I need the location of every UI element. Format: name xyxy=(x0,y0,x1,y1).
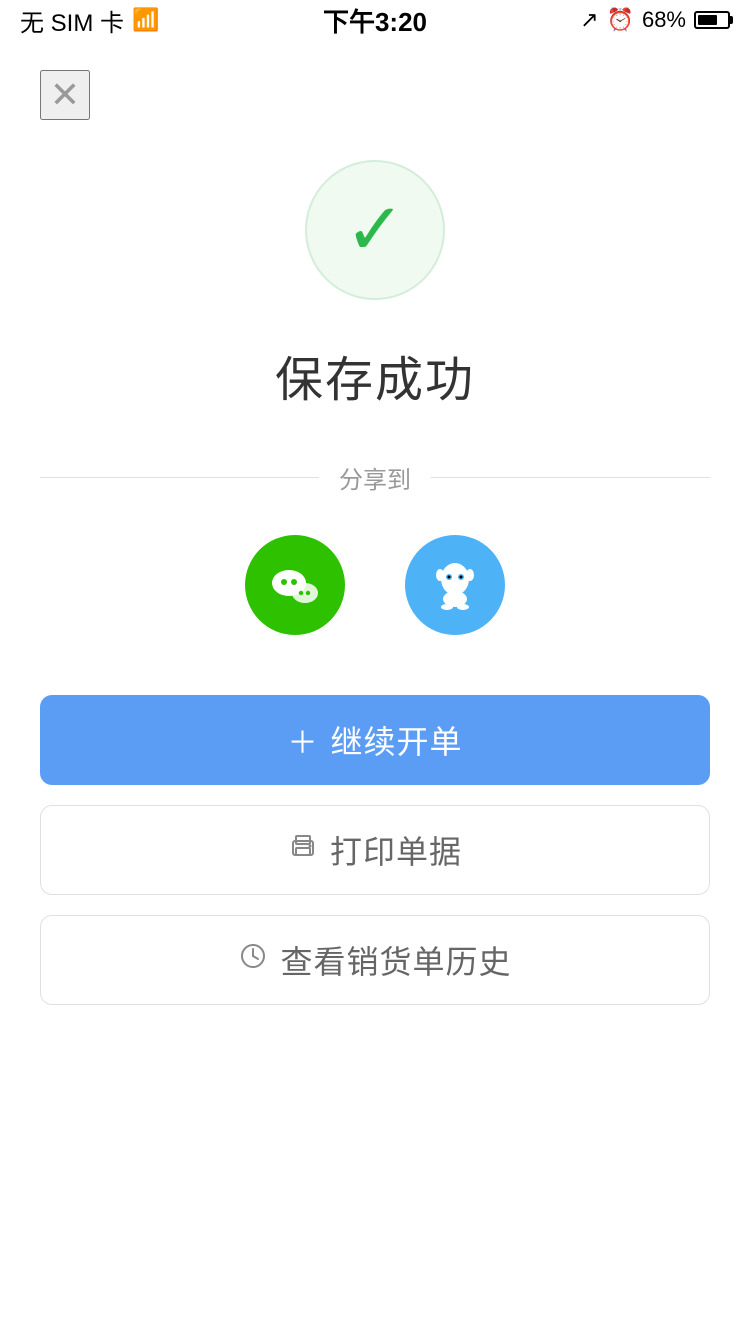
close-icon: ✕ xyxy=(50,77,80,113)
wechat-share-button[interactable] xyxy=(245,535,345,635)
clock-icon xyxy=(238,941,268,979)
qq-share-button[interactable] xyxy=(405,535,505,635)
alarm-icon: ⏰ xyxy=(607,7,634,33)
main-content: ✕ ✓ 保存成功 分享到 xyxy=(0,40,750,1035)
location-icon: ↗ xyxy=(580,7,598,33)
status-left: 无 SIM 卡 📶 xyxy=(20,3,159,38)
continue-button[interactable]: ＋ 继续开单 xyxy=(40,695,710,785)
continue-label: 继续开单 xyxy=(330,717,462,763)
checkmark-icon: ✓ xyxy=(345,194,405,266)
plus-icon: ＋ xyxy=(287,718,318,762)
status-bar: 无 SIM 卡 📶 下午3:20 ↗ ⏰ 68% xyxy=(0,0,750,40)
action-buttons: ＋ 继续开单 打印单据 xyxy=(40,695,710,1005)
share-icons-container xyxy=(245,535,505,635)
status-right: ↗ ⏰ 68% xyxy=(580,7,730,33)
no-sim-text: 无 SIM 卡 xyxy=(20,3,124,38)
print-label: 打印单据 xyxy=(330,827,462,873)
share-divider: 分享到 xyxy=(40,460,710,495)
battery-percent: 68% xyxy=(642,7,686,33)
success-circle: ✓ xyxy=(305,160,445,300)
divider-line-right xyxy=(431,477,710,478)
print-button[interactable]: 打印单据 xyxy=(40,805,710,895)
battery-icon xyxy=(694,11,730,29)
close-button[interactable]: ✕ xyxy=(40,70,90,120)
success-title: 保存成功 xyxy=(275,340,475,410)
qq-icon xyxy=(425,555,485,615)
history-label: 查看销货单历史 xyxy=(280,937,511,983)
status-time: 下午3:20 xyxy=(323,2,427,39)
history-button[interactable]: 查看销货单历史 xyxy=(40,915,710,1005)
wechat-icon xyxy=(265,555,325,615)
printer-icon xyxy=(288,831,318,869)
wifi-icon: 📶 xyxy=(132,7,159,33)
divider-line-left xyxy=(40,477,319,478)
share-divider-text: 分享到 xyxy=(339,460,411,495)
